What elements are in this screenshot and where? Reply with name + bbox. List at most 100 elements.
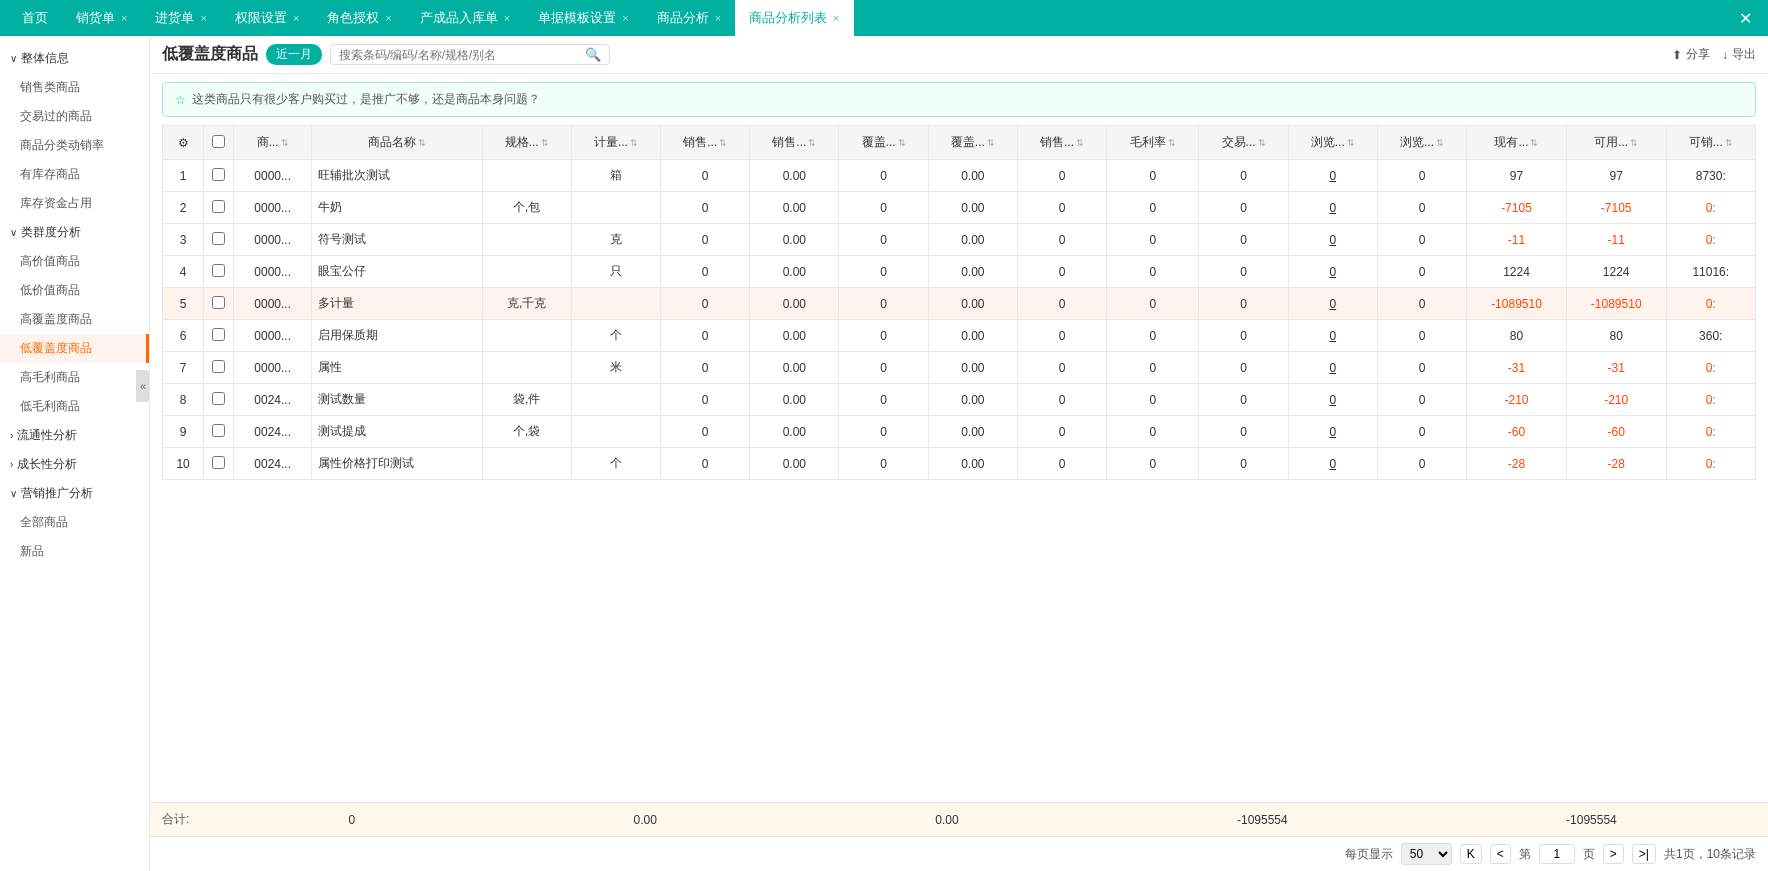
search-input[interactable] [339, 48, 585, 62]
col-cover2[interactable]: 覆盖...⇅ [928, 126, 1017, 160]
row-browse1[interactable]: 0 [1288, 320, 1377, 352]
col-unit[interactable]: 计量...⇅ [571, 126, 660, 160]
sidebar-item-category-turnover[interactable]: 商品分类动销率 [0, 131, 149, 160]
close-icon[interactable]: × [200, 12, 206, 24]
sidebar-item-sales-goods[interactable]: 销售类商品 [0, 73, 149, 102]
row-browse1[interactable]: 0 [1288, 416, 1377, 448]
sidebar-item-low-coverage[interactable]: 低覆盖度商品 [0, 334, 149, 363]
sidebar-section-richness[interactable]: ∨ 类群度分析 [0, 218, 149, 247]
col-browse1[interactable]: 浏览...⇅ [1288, 126, 1377, 160]
page-size-select[interactable]: 50 10 20 100 [1401, 843, 1452, 865]
row-checkbox[interactable] [204, 352, 234, 384]
window-close-button[interactable]: ✕ [1731, 9, 1760, 28]
sidebar-item-high-value[interactable]: 高价值商品 [0, 247, 149, 276]
col-sales1[interactable]: 销售...⇅ [661, 126, 750, 160]
row-checkbox[interactable] [204, 384, 234, 416]
row-available: 1224 [1566, 256, 1666, 288]
row-browse1[interactable]: 0 [1288, 448, 1377, 480]
row-checkbox[interactable] [204, 256, 234, 288]
row-browse1[interactable]: 0 [1288, 224, 1377, 256]
row-sales2: 0.00 [750, 192, 839, 224]
col-checkbox[interactable] [204, 126, 234, 160]
table-row: 3 0000... 符号测试 克 0 0.00 0 0.00 0 0 0 0 0… [163, 224, 1756, 256]
row-unit [571, 288, 660, 320]
row-cover1: 0 [839, 320, 928, 352]
sidebar-section-flow[interactable]: › 流通性分析 [0, 421, 149, 450]
sidebar-section-overall[interactable]: ∨ 整体信息 [0, 44, 149, 73]
col-sales3[interactable]: 销售...⇅ [1017, 126, 1106, 160]
row-browse1[interactable]: 0 [1288, 192, 1377, 224]
nav-home[interactable]: 首页 [8, 0, 62, 36]
close-icon[interactable]: × [293, 12, 299, 24]
time-filter-badge[interactable]: 近一月 [266, 44, 322, 65]
sidebar-item-new-goods[interactable]: 新品 [0, 537, 149, 566]
sidebar-section-growth[interactable]: › 成长性分析 [0, 450, 149, 479]
row-browse1[interactable]: 0 [1288, 384, 1377, 416]
row-checkbox[interactable] [204, 448, 234, 480]
row-browse1[interactable]: 0 [1288, 352, 1377, 384]
row-code: 0024... [234, 416, 312, 448]
nav-permission-settings[interactable]: 权限设置 × [221, 0, 313, 36]
close-icon[interactable]: × [504, 12, 510, 24]
sidebar-item-high-margin[interactable]: 高毛利商品 [0, 363, 149, 392]
search-icon[interactable]: 🔍 [585, 47, 601, 62]
nav-product-warehousing[interactable]: 产成品入库单 × [406, 0, 524, 36]
close-icon[interactable]: × [715, 12, 721, 24]
col-cover1[interactable]: 覆盖...⇅ [839, 126, 928, 160]
close-icon[interactable]: × [385, 12, 391, 24]
row-checkbox[interactable] [204, 192, 234, 224]
next-page-button[interactable]: > [1603, 844, 1624, 864]
sidebar-item-all-goods[interactable]: 全部商品 [0, 508, 149, 537]
top-navigation: 首页 销货单 × 进货单 × 权限设置 × 角色授权 × 产成品入库单 × 单据… [0, 0, 1768, 36]
row-checkbox[interactable] [204, 224, 234, 256]
nav-sales-order[interactable]: 销货单 × [62, 0, 141, 36]
share-button[interactable]: ⬆ 分享 [1672, 46, 1710, 63]
nav-purchase-order[interactable]: 进货单 × [141, 0, 220, 36]
col-gross[interactable]: 毛利率⇅ [1107, 126, 1199, 160]
nav-product-analysis-list[interactable]: 商品分析列表 × [735, 0, 853, 36]
col-sellable[interactable]: 可销...⇅ [1666, 126, 1755, 160]
row-browse1[interactable]: 0 [1288, 256, 1377, 288]
select-all-checkbox[interactable] [212, 135, 225, 148]
close-icon[interactable]: × [622, 12, 628, 24]
chevron-right-icon: › [10, 459, 13, 470]
row-code: 0000... [234, 256, 312, 288]
sidebar-item-stock-goods[interactable]: 有库存商品 [0, 160, 149, 189]
sidebar-item-low-value[interactable]: 低价值商品 [0, 276, 149, 305]
last-page-button[interactable]: >| [1632, 844, 1656, 864]
row-sales2: 0.00 [750, 224, 839, 256]
col-browse2[interactable]: 浏览...⇅ [1377, 126, 1466, 160]
sidebar-collapse-button[interactable]: « [136, 370, 150, 402]
close-icon[interactable]: × [121, 12, 127, 24]
row-checkbox[interactable] [204, 160, 234, 192]
sidebar-item-stock-fund[interactable]: 库存资金占用 [0, 189, 149, 218]
row-sales1: 0 [661, 288, 750, 320]
col-sales2[interactable]: 销售...⇅ [750, 126, 839, 160]
sidebar-section-marketing[interactable]: ∨ 营销推广分析 [0, 479, 149, 508]
page-total-label: 页 [1583, 846, 1595, 863]
col-current[interactable]: 现有...⇅ [1467, 126, 1567, 160]
sidebar-item-high-coverage[interactable]: 高覆盖度商品 [0, 305, 149, 334]
close-icon[interactable]: × [833, 12, 839, 24]
row-available: -28 [1566, 448, 1666, 480]
col-spec[interactable]: 规格...⇅ [482, 126, 571, 160]
row-checkbox[interactable] [204, 416, 234, 448]
prev-page-button[interactable]: < [1490, 844, 1511, 864]
nav-role-auth[interactable]: 角色授权 × [313, 0, 405, 36]
export-button[interactable]: ↓ 导出 [1722, 46, 1756, 63]
sidebar-item-low-margin[interactable]: 低毛利商品 [0, 392, 149, 421]
page-number-input[interactable] [1539, 844, 1575, 864]
col-available[interactable]: 可用...⇅ [1566, 126, 1666, 160]
nav-product-analysis[interactable]: 商品分析 × [643, 0, 735, 36]
row-browse1[interactable]: 0 [1288, 160, 1377, 192]
row-browse1[interactable]: 0 [1288, 288, 1377, 320]
row-checkbox[interactable] [204, 320, 234, 352]
first-page-button[interactable]: K [1460, 844, 1482, 864]
col-trade[interactable]: 交易...⇅ [1199, 126, 1288, 160]
col-settings[interactable]: ⚙ [163, 126, 204, 160]
col-code[interactable]: 商...⇅ [234, 126, 312, 160]
sidebar-item-traded-goods[interactable]: 交易过的商品 [0, 102, 149, 131]
nav-template-settings[interactable]: 单据模板设置 × [524, 0, 642, 36]
col-name[interactable]: 商品名称⇅ [312, 126, 483, 160]
row-checkbox[interactable] [204, 288, 234, 320]
